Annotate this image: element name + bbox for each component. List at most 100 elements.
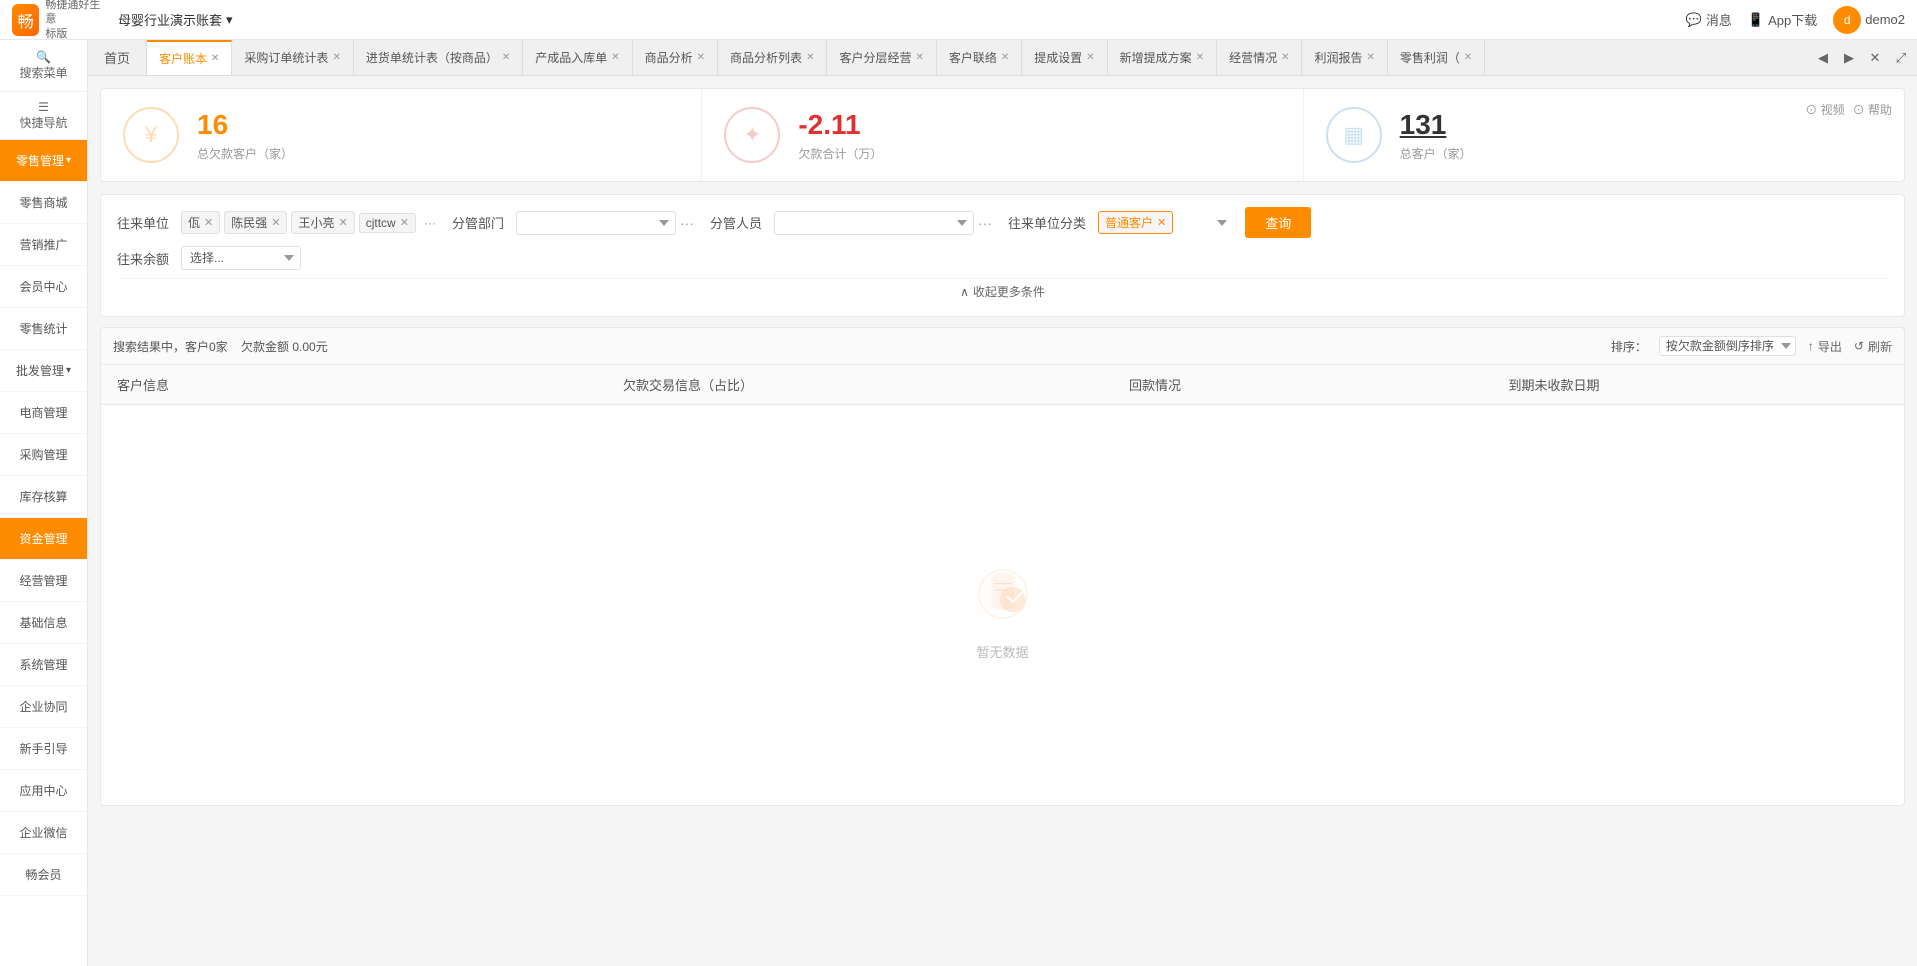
tab-close-icon[interactable]: ✕ (806, 52, 814, 63)
stat-info-1: 16 总欠款客户（家） (197, 108, 681, 163)
filter-label-person: 分管人员 (710, 213, 762, 232)
collapse-icon: ∧ (960, 285, 969, 299)
tab-tips-settings[interactable]: 提成设置 ✕ (1022, 40, 1107, 76)
tab-cost-in-single[interactable]: 产成品入库单 ✕ (523, 40, 632, 76)
sidebar-item-ops-mgmt[interactable]: 经营管理 (0, 560, 87, 602)
sidebar-item-retail-mgmt[interactable]: 零售管理 ▾ (0, 140, 87, 182)
filter-collapse-btn[interactable]: ∧ 收起更多条件 (117, 278, 1888, 304)
video-link[interactable]: ⊙ 视频 (1805, 101, 1844, 118)
remove-tag-3[interactable]: ✕ (400, 216, 409, 229)
tab-close-icon[interactable]: ✕ (1281, 52, 1289, 63)
remove-unit-type[interactable]: ✕ (1157, 216, 1166, 229)
tab-close-icon[interactable]: ✕ (1086, 52, 1094, 63)
search-icon: 🔍 (8, 50, 79, 64)
app-layout: 🔍 搜索菜单 ☰ 快捷导航 零售管理 ▾ 零售商城 营销推广 会员中心 零售统计… (0, 40, 1917, 966)
help-link[interactable]: ⊙ 帮助 (1853, 101, 1892, 118)
tab-customer-contact[interactable]: 客户联络 ✕ (937, 40, 1022, 76)
sidebar-item-marketing[interactable]: 营销推广 (0, 224, 87, 266)
filter-more-tags[interactable]: ··· (420, 214, 440, 232)
stat-label-customers: 总欠款客户（家） (197, 145, 681, 162)
sidebar-item-member-center[interactable]: 会员中心 (0, 266, 87, 308)
tab-retail-profit[interactable]: 零售利润（ ✕ (1388, 40, 1485, 76)
tab-close-icon[interactable]: ✕ (1367, 52, 1375, 63)
sidebar-item-retail-mall[interactable]: 零售商城 (0, 182, 87, 224)
sidebar-item-sys-mgmt[interactable]: 系统管理 (0, 644, 87, 686)
tab-profit-report[interactable]: 利润报告 ✕ (1302, 40, 1387, 76)
sidebar-item-finance-mgmt[interactable]: 资金管理 (0, 518, 87, 560)
org-selector[interactable]: 母婴行业演示账套 ▾ (110, 6, 241, 33)
tabbar: 首页 客户账本 ✕ 采购订单统计表 ✕ 进货单统计表（按商品） ✕ 产成品入库单… (88, 40, 1917, 76)
tab-close-icon[interactable]: ✕ (211, 53, 219, 64)
tab-close-icon[interactable]: ✕ (697, 52, 705, 63)
filter-person-select[interactable] (774, 211, 974, 235)
refresh-action[interactable]: ↺ 刷新 (1854, 338, 1892, 355)
sidebar-item-label: 营销推广 (19, 238, 67, 252)
filter-tag-unit-type: 普通客户 ✕ (1098, 211, 1173, 234)
sidebar-item-new-guide[interactable]: 新手引导 (0, 728, 87, 770)
stat-card-debt: ✦ -2.11 欠款合计（万） (702, 89, 1303, 181)
export-action[interactable]: ↑ 导出 (1808, 338, 1842, 355)
remove-tag-2[interactable]: ✕ (339, 216, 348, 229)
tab-new-tips-plan[interactable]: 新增提成方案 ✕ (1108, 40, 1217, 76)
tab-product-analysis-list[interactable]: 商品分析列表 ✕ (718, 40, 827, 76)
filter-dept-select[interactable] (516, 211, 676, 235)
stat-value-debt: -2.11 (798, 108, 1282, 142)
sort-select[interactable]: 按欠款金额倒序排序 (1659, 336, 1796, 356)
tab-customer-seg[interactable]: 客户分层经营 ✕ (827, 40, 936, 76)
tab-prev-btn[interactable]: ◀ (1811, 46, 1835, 70)
tab-product-analysis[interactable]: 商品分析 ✕ (633, 40, 718, 76)
filter-unit-type-select[interactable] (1173, 212, 1233, 234)
filter-label-balance: 往来余额 (117, 249, 169, 268)
stat-icon-3: ▦ (1326, 107, 1382, 163)
stat-icon-wrap-1: ¥ (121, 105, 181, 165)
sidebar-item-label: 零售管理 (16, 152, 64, 169)
tab-close-icon[interactable]: ✕ (611, 52, 619, 63)
sidebar-item-purchase-mgmt[interactable]: 采购管理 (0, 434, 87, 476)
sidebar-item-corp-wechat[interactable]: 企业微信 (0, 812, 87, 854)
avatar: d (1833, 6, 1861, 34)
sidebar-item-ecom-mgmt[interactable]: 电商管理 (0, 392, 87, 434)
tab-home[interactable]: 首页 (88, 40, 147, 76)
tab-expand-btn[interactable]: ⤢ (1889, 46, 1913, 70)
sidebar-item-app-center[interactable]: 应用中心 (0, 770, 87, 812)
topbar: 畅 畅捷通好生意 标版 母婴行业演示账套 ▾ 💬 消息 📱 App下载 d de… (0, 0, 1917, 40)
sidebar-item-wholesale-mgmt[interactable]: 批发管理 ▾ (0, 350, 87, 392)
tab-close-icon[interactable]: ✕ (915, 52, 923, 63)
stat-card-customers: ¥ 16 总欠款客户（家） (101, 89, 702, 181)
sidebar-item-vip-member[interactable]: 畅会员 (0, 854, 87, 896)
tab-ops-status[interactable]: 经营情况 ✕ (1217, 40, 1302, 76)
result-bar: 搜索结果中，客户0家 欠款金额 0.00元 排序： 按欠款金额倒序排序 ↑ 导出… (100, 327, 1905, 365)
tab-close-all-btn[interactable]: ✕ (1863, 46, 1887, 70)
sidebar-item-basic-info[interactable]: 基础信息 (0, 602, 87, 644)
tab-customer-book[interactable]: 客户账本 ✕ (147, 40, 232, 76)
user-avatar-btn[interactable]: d demo2 (1833, 6, 1905, 34)
sidebar-item-label: 基础信息 (19, 616, 67, 630)
tab-purchase-order-stats[interactable]: 采购订单统计表 ✕ (232, 40, 353, 76)
person-more-icon[interactable]: ··· (974, 213, 996, 233)
tab-close-icon[interactable]: ✕ (1196, 52, 1204, 63)
nav-icon: ☰ (4, 100, 83, 114)
remove-tag-0[interactable]: ✕ (204, 216, 213, 229)
tab-next-btn[interactable]: ▶ (1837, 46, 1861, 70)
quick-nav-btn[interactable]: ☰ 快捷导航 (0, 92, 87, 140)
sidebar-item-inventory[interactable]: 库存核算 (0, 476, 87, 518)
tab-close-icon[interactable]: ✕ (502, 52, 510, 63)
remove-tag-1[interactable]: ✕ (271, 216, 280, 229)
tab-purchase-stats-by-product[interactable]: 进货单统计表（按商品） ✕ (354, 40, 523, 76)
tab-close-icon[interactable]: ✕ (1464, 52, 1472, 63)
sidebar-item-label: 企业协同 (19, 700, 67, 714)
sidebar-item-corp-coop[interactable]: 企业协同 (0, 686, 87, 728)
app-download-btn[interactable]: 📱 App下载 (1748, 10, 1817, 29)
logo-icon: 畅 (12, 4, 39, 36)
sidebar-item-retail-stats[interactable]: 零售统计 (0, 308, 87, 350)
sidebar-item-label: 零售统计 (19, 322, 67, 336)
message-btn[interactable]: 💬 消息 (1686, 10, 1732, 29)
filter-balance-select[interactable]: 选择... (181, 246, 301, 270)
tab-close-icon[interactable]: ✕ (332, 52, 340, 63)
tab-close-icon[interactable]: ✕ (1001, 52, 1009, 63)
sidebar-item-label: 新手引导 (19, 742, 67, 756)
dept-more-icon[interactable]: ··· (676, 213, 698, 233)
query-button[interactable]: 查询 (1245, 207, 1311, 238)
table-header-due-date: 到期未收款日期 (1509, 375, 1889, 394)
sidebar-search[interactable]: 🔍 搜索菜单 (0, 40, 87, 92)
